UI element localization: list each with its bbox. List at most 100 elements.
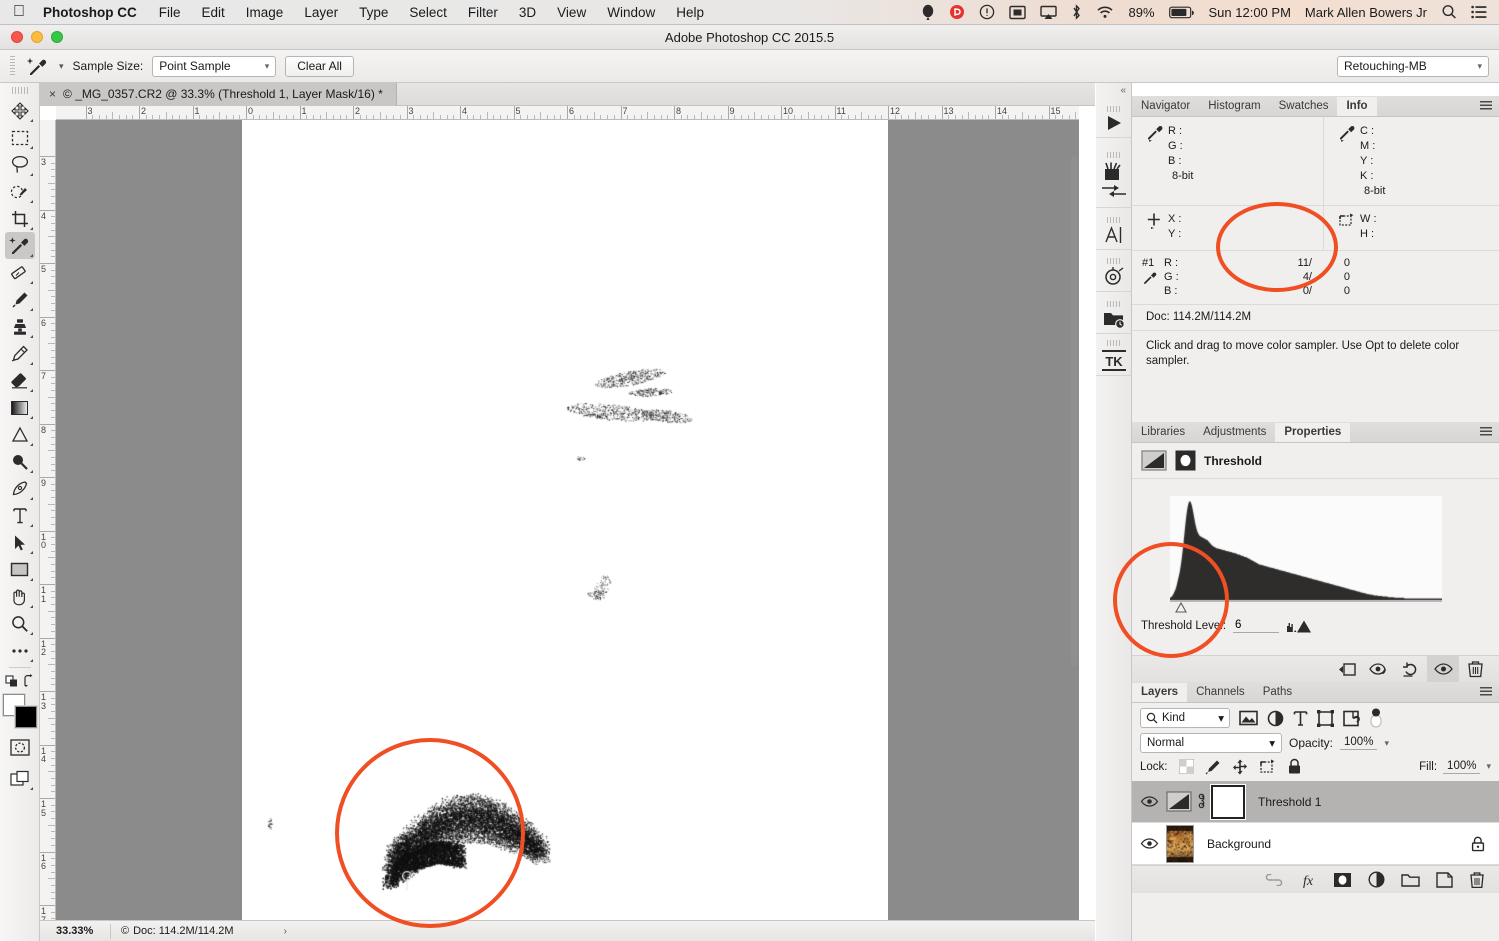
layer-name[interactable]: Background — [1207, 837, 1271, 851]
pen-tool[interactable] — [5, 475, 35, 502]
threshold-icon[interactable] — [1141, 450, 1167, 471]
layer-filter-kind-select[interactable]: Kind ▾ — [1140, 708, 1230, 728]
opacity-value[interactable]: 100% — [1340, 736, 1377, 750]
lasso-tool[interactable] — [5, 151, 35, 178]
menu-item-image[interactable]: Image — [246, 5, 284, 20]
zoom-tool[interactable] — [5, 610, 35, 637]
workspace-select[interactable]: Retouching-MB ▾ — [1337, 56, 1489, 77]
menu-item-select[interactable]: Select — [409, 5, 447, 20]
menu-app-name[interactable]: Photoshop CC — [43, 5, 137, 20]
airplay-icon[interactable] — [1040, 5, 1057, 20]
opacity-chevron-down-icon[interactable]: ▾ — [1384, 738, 1389, 749]
background-layer-thumbnail[interactable] — [1166, 825, 1194, 863]
visibility-icon[interactable] — [1427, 656, 1459, 682]
menu-item-type[interactable]: Type — [359, 5, 388, 20]
marquee-tool[interactable] — [5, 124, 35, 151]
dock-item-history[interactable] — [1096, 292, 1131, 334]
document-canvas[interactable] — [242, 120, 888, 920]
fill-value[interactable]: 100% — [1443, 760, 1480, 774]
panel-menu-icon[interactable] — [1480, 101, 1492, 110]
collapse-panels-icon[interactable]: « — [1096, 83, 1131, 96]
default-colors-and-swap[interactable] — [5, 671, 35, 691]
panel-menu-icon[interactable] — [1480, 687, 1492, 696]
menu-item-window[interactable]: Window — [607, 5, 655, 20]
exclamation-circle-icon[interactable] — [979, 4, 995, 20]
tab-navigator[interactable]: Navigator — [1132, 97, 1199, 116]
quick-selection-tool[interactable] — [5, 178, 35, 205]
smart-object-filter-icon[interactable] — [1343, 710, 1360, 727]
type-filter-icon[interactable] — [1293, 710, 1308, 727]
menu-item-view[interactable]: View — [557, 5, 586, 20]
tools-panel-grip[interactable] — [12, 87, 28, 94]
vertical-ruler[interactable]: 3 4 5 6 7 8 9 10 11 12 13 14 15 16 17 — [40, 120, 56, 920]
layer-row-threshold-1[interactable]: Threshold 1 — [1132, 781, 1499, 823]
tab-histogram[interactable]: Histogram — [1199, 97, 1269, 116]
battery-icon[interactable] — [1169, 6, 1195, 19]
menu-item-file[interactable]: File — [159, 5, 181, 20]
lock-image-icon[interactable] — [1205, 759, 1221, 775]
canvas-vertical-scrollbar[interactable] — [1071, 156, 1078, 666]
new-layer-icon[interactable] — [1436, 872, 1453, 888]
dock-item-brushes[interactable] — [1096, 138, 1131, 208]
tab-layers[interactable]: Layers — [1132, 683, 1187, 702]
bluetooth-icon[interactable] — [1071, 4, 1082, 20]
link-layers-icon[interactable] — [1265, 874, 1283, 886]
background-color-swatch[interactable] — [15, 706, 37, 728]
blur-tool[interactable] — [5, 421, 35, 448]
apple-logo-icon[interactable]:  — [13, 4, 25, 20]
add-mask-icon[interactable] — [1333, 872, 1352, 888]
tab-libraries[interactable]: Libraries — [1132, 423, 1194, 442]
menu-item-help[interactable]: Help — [676, 5, 704, 20]
status-menu-arrow-icon[interactable]: › — [284, 926, 287, 937]
preview-toggle-icon[interactable] — [1363, 656, 1395, 682]
screen-mode-toggle[interactable] — [5, 765, 35, 792]
threshold-slider[interactable] — [1170, 601, 1442, 613]
blend-mode-select[interactable]: Normal ▾ — [1140, 733, 1282, 753]
mask-icon[interactable] — [1175, 450, 1196, 471]
clip-to-layer-icon[interactable] — [1331, 656, 1363, 682]
dock-item-character[interactable] — [1096, 208, 1131, 250]
lock-artboard-icon[interactable] — [1259, 759, 1276, 775]
delete-icon[interactable] — [1459, 656, 1491, 682]
zoom-level[interactable]: 33.33% — [40, 925, 110, 937]
menu-item-edit[interactable]: Edit — [202, 5, 225, 20]
pixel-filter-icon[interactable] — [1239, 710, 1258, 726]
auto-threshold-icon[interactable] — [1286, 618, 1316, 634]
display-icon[interactable] — [1009, 5, 1026, 20]
crop-tool[interactable] — [5, 205, 35, 232]
more-tools[interactable] — [5, 637, 35, 664]
link-mask-icon[interactable] — [1196, 793, 1207, 810]
shape-filter-icon[interactable] — [1317, 710, 1334, 727]
lock-all-icon[interactable] — [1287, 758, 1302, 775]
eyedropper-tool[interactable] — [5, 232, 35, 259]
quick-mask-toggle[interactable] — [5, 734, 35, 761]
eyedropper-icon[interactable] — [24, 54, 50, 78]
user-name[interactable]: Mark Allen Bowers Jr — [1305, 5, 1427, 20]
hand-tool[interactable] — [5, 583, 35, 610]
move-tool[interactable] — [5, 97, 35, 124]
clock-time[interactable]: Sun 12:00 PM — [1209, 5, 1291, 20]
dodge-tool[interactable] — [5, 448, 35, 475]
search-icon[interactable] — [1441, 4, 1457, 20]
tab-channels[interactable]: Channels — [1187, 683, 1254, 702]
layer-visibility-toggle[interactable] — [1132, 795, 1166, 808]
beats-icon[interactable] — [949, 4, 965, 20]
menu-item-3d[interactable]: 3D — [519, 5, 536, 20]
rectangle-tool[interactable] — [5, 556, 35, 583]
layer-row-background[interactable]: Background — [1132, 823, 1499, 865]
adjustment-filter-icon[interactable] — [1267, 710, 1284, 727]
color-swatches[interactable] — [3, 694, 37, 728]
horizontal-ruler[interactable]: 3 2 1 0 1 2 3 4 5 6 7 8 9 10 11 12 13 14 15 — [56, 106, 1079, 120]
filter-power-icon[interactable] — [1369, 708, 1383, 728]
tool-preset-chevron-icon[interactable]: ▾ — [59, 61, 64, 72]
document-tab[interactable]: × © _MG_0357.CR2 @ 33.3% (Threshold 1, L… — [40, 83, 397, 106]
canvas-area[interactable] — [56, 120, 1079, 920]
close-icon[interactable]: × — [49, 87, 56, 101]
threshold-level-input[interactable] — [1233, 619, 1279, 633]
layer-style-fx-icon[interactable]: fx — [1299, 871, 1317, 889]
adjustment-layer-thumbnail[interactable] — [1166, 791, 1192, 812]
lock-position-icon[interactable] — [1232, 759, 1248, 775]
path-selection-tool[interactable] — [5, 529, 35, 556]
new-adjustment-icon[interactable] — [1368, 871, 1385, 888]
notification-center-icon[interactable] — [1471, 5, 1487, 19]
